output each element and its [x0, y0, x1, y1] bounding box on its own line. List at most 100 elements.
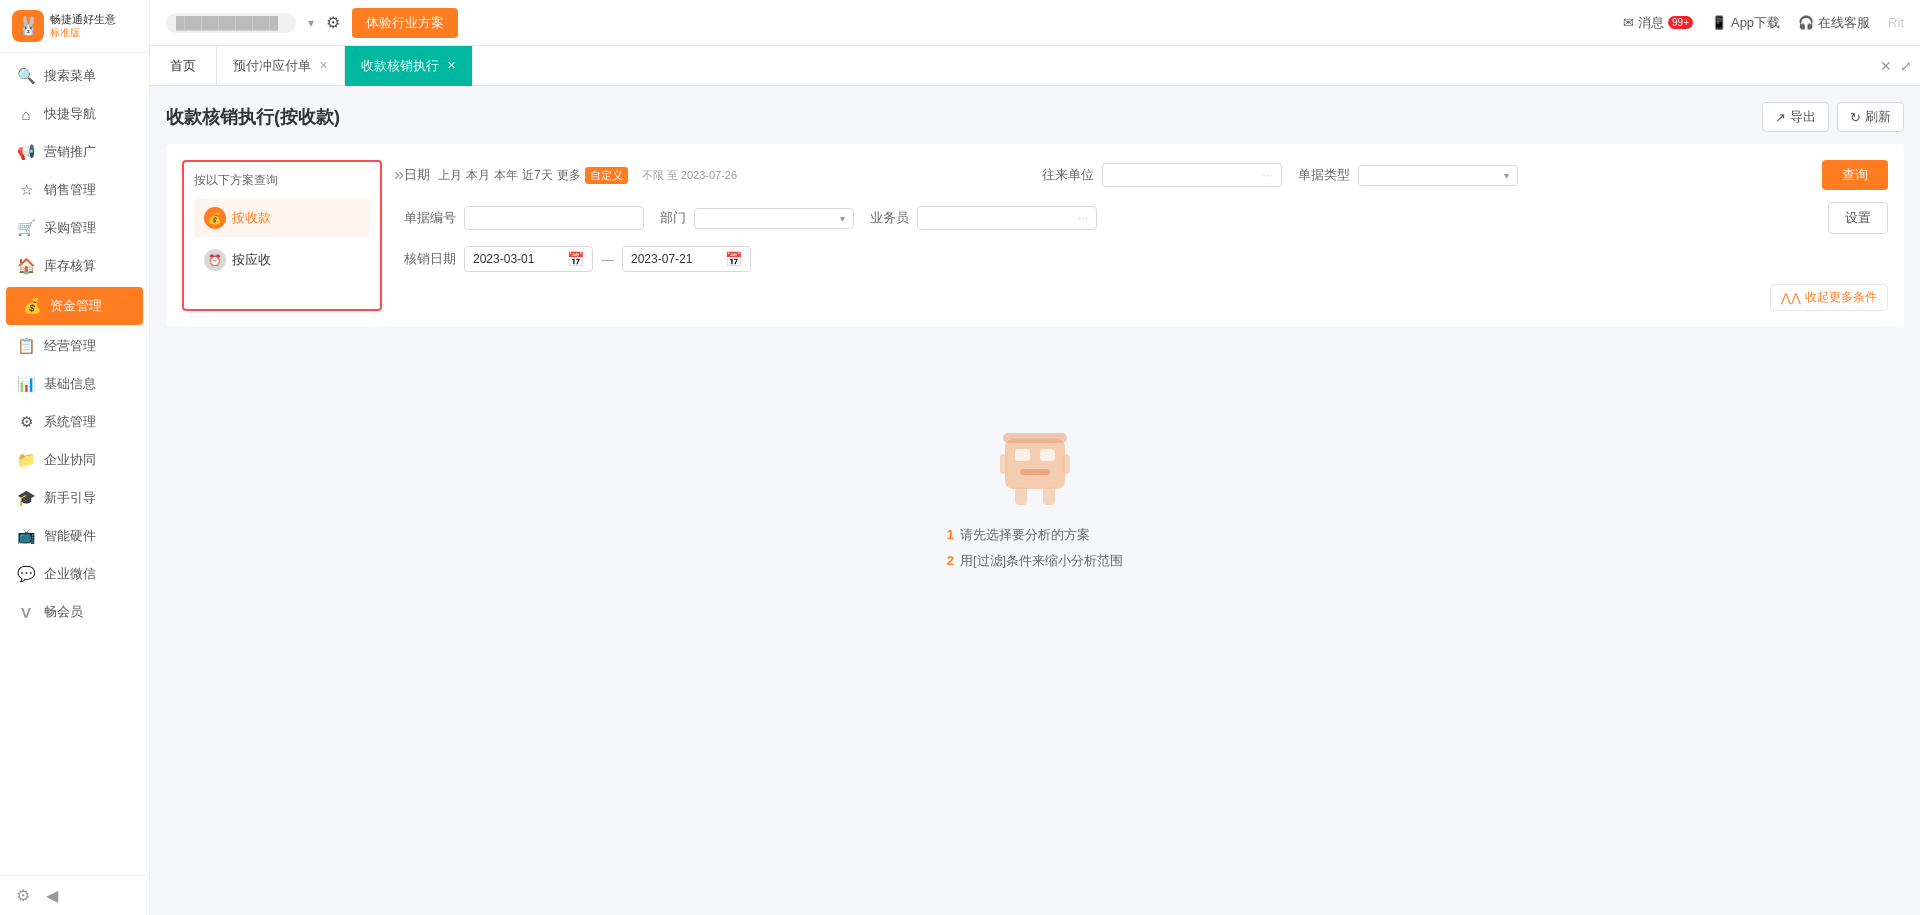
tabbar-right: ✕ ⤢ — [1880, 58, 1920, 74]
tab-receivable-close[interactable]: ✕ — [447, 59, 456, 72]
partner-select[interactable]: ··· — [1102, 163, 1282, 187]
tip1-text: 请先选择要分析的方案 — [960, 522, 1090, 548]
sidebar-item-system[interactable]: ⚙ 系统管理 — [0, 403, 149, 441]
date-more[interactable]: 更多 — [557, 167, 581, 184]
filter-option-by-receivable[interactable]: ⏰ 按应收 — [194, 241, 370, 279]
topbar-chevron-icon[interactable]: ▾ — [308, 16, 314, 30]
svg-rect-4 — [1000, 454, 1008, 474]
sidebar-item-sales[interactable]: ☆ 销售管理 — [0, 171, 149, 209]
tab-receivable[interactable]: 收款核销执行 ✕ — [345, 46, 473, 86]
sidebar-item-basic-info[interactable]: 📊 基础信息 — [0, 365, 149, 403]
topbar-search-display: ████████████ — [166, 13, 296, 33]
hardware-icon: 📺 — [16, 527, 36, 545]
date-this-month[interactable]: 本月 — [466, 167, 490, 184]
sidebar-item-enterprise[interactable]: 📁 企业协同 — [0, 441, 149, 479]
sidebar-item-finance[interactable]: 💰 资金管理 — [6, 287, 143, 325]
export-icon: ↗ — [1775, 110, 1786, 125]
message-icon: ✉ — [1623, 15, 1634, 30]
filter-form: 日期 上月 本月 本年 近7天 更多 自定义 不限 至 2023-07-26 — [404, 160, 1888, 311]
badge-plus: + — [1683, 17, 1689, 28]
topbar-gear-icon[interactable]: ⚙ — [326, 13, 340, 32]
date-sub-label: 不限 至 2023-07-26 — [642, 168, 737, 183]
tab-prepay-label: 预付冲应付单 — [233, 57, 311, 75]
message-button[interactable]: ✉ 消息 99+ — [1623, 14, 1693, 32]
sidebar-item-label: 销售管理 — [44, 181, 96, 199]
tab-prepay[interactable]: 预付冲应付单 ✕ — [217, 46, 345, 86]
filter-row-2: 单据编号 部门 ▾ 业务员 ··· — [404, 202, 1888, 234]
sidebar-nav: 🔍 搜索菜单 ⌂ 快捷导航 📢 营销推广 ☆ 销售管理 🛒 采购管理 🏠 库存核… — [0, 53, 149, 875]
empty-tips: 1 请先选择要分析的方案 2 用[过滤]条件来缩小分析范围 — [947, 522, 1123, 574]
filter-scheme-title: 按以下方案查询 — [194, 172, 370, 189]
online-service-button[interactable]: 🎧 在线客服 — [1798, 14, 1870, 32]
date-separator: — — [601, 252, 614, 267]
partner-label: 往来单位 — [1042, 166, 1094, 184]
sidebar-item-search-menu[interactable]: 🔍 搜索菜单 — [0, 57, 149, 95]
app-download-button[interactable]: 📱 App下载 — [1711, 14, 1780, 32]
collapse-icon[interactable]: ◀ — [46, 886, 58, 905]
verify-date-start-wrapper: 📅 — [464, 246, 593, 272]
solution-button[interactable]: 体验行业方案 — [352, 8, 458, 38]
sidebar-item-marketing[interactable]: 📢 营销推广 — [0, 133, 149, 171]
tab-close-all-icon[interactable]: ✕ — [1880, 58, 1892, 74]
dept-select[interactable]: ▾ — [694, 208, 854, 229]
export-button[interactable]: ↗ 导出 — [1762, 102, 1829, 132]
verify-date-field: 核销日期 📅 — 📅 — [404, 246, 751, 272]
sidebar-item-member[interactable]: V 畅会员 — [0, 593, 149, 631]
by-receipt-label: 按收款 — [232, 209, 271, 227]
sidebar-item-purchase[interactable]: 🛒 采购管理 — [0, 209, 149, 247]
date-7days[interactable]: 近7天 — [522, 167, 553, 184]
staff-select[interactable]: ··· — [917, 206, 1097, 230]
basic-info-icon: 📊 — [16, 375, 36, 393]
settings-footer-icon[interactable]: ⚙ — [16, 886, 30, 905]
query-btn-wrapper: 查询 — [1822, 160, 1888, 190]
sidebar-item-label: 系统管理 — [44, 413, 96, 431]
sidebar-item-operations[interactable]: 📋 经营管理 — [0, 327, 149, 365]
operations-icon: 📋 — [16, 337, 36, 355]
tab-prepay-close[interactable]: ✕ — [319, 59, 328, 72]
dept-chevron-icon: ▾ — [840, 213, 845, 224]
doctype-field: 单据类型 ▾ — [1298, 165, 1518, 186]
sidebar-item-guide[interactable]: 🎓 新手引导 — [0, 479, 149, 517]
tab-expand-icon[interactable]: ⤢ — [1900, 58, 1912, 74]
refresh-button[interactable]: ↻ 刷新 — [1837, 102, 1904, 132]
sidebar-item-inventory[interactable]: 🏠 库存核算 — [0, 247, 149, 285]
date-custom-tag[interactable]: 自定义 — [585, 167, 628, 184]
date-field: 日期 上月 本月 本年 近7天 更多 自定义 不限 至 2023-07-26 — [404, 166, 737, 184]
empty-tip-1: 1 请先选择要分析的方案 — [947, 522, 1123, 548]
docno-input[interactable] — [464, 206, 644, 230]
doctype-select[interactable]: ▾ — [1358, 165, 1518, 186]
more-conditions-button[interactable]: ⋀⋀ 收起更多条件 — [1770, 284, 1888, 311]
date-this-year[interactable]: 本年 — [494, 167, 518, 184]
page-header: 收款核销执行(按收款) ↗ 导出 ↻ 刷新 — [166, 102, 1904, 132]
date-last-month[interactable]: 上月 — [438, 167, 462, 184]
sidebar-item-wechat[interactable]: 💬 企业微信 — [0, 555, 149, 593]
user-info[interactable]: Rit — [1888, 15, 1904, 30]
inventory-icon: 🏠 — [16, 257, 36, 275]
verify-date-end-input[interactable] — [631, 252, 721, 266]
end-calendar-icon[interactable]: 📅 — [725, 251, 742, 267]
sidebar-item-hardware[interactable]: 📺 智能硬件 — [0, 517, 149, 555]
tab-receivable-label: 收款核销执行 — [361, 57, 439, 75]
settings-button[interactable]: 设置 — [1828, 202, 1888, 234]
filter-collapse-icon[interactable]: » — [394, 164, 404, 185]
doctype-chevron-icon: ▾ — [1504, 170, 1509, 181]
filter-panel: 按以下方案查询 💰 按收款 ⏰ 按应收 » 日期 — [166, 144, 1904, 327]
query-button[interactable]: 查询 — [1822, 160, 1888, 190]
empty-tip-2: 2 用[过滤]条件来缩小分析范围 — [947, 548, 1123, 574]
sidebar-item-label: 库存核算 — [44, 257, 96, 275]
service-icon: 🎧 — [1798, 15, 1814, 30]
filter-option-by-receipt[interactable]: 💰 按收款 — [194, 199, 370, 237]
start-calendar-icon[interactable]: 📅 — [567, 251, 584, 267]
verify-date-start-input[interactable] — [473, 252, 563, 266]
empty-robot-illustration — [975, 419, 1095, 522]
dept-label: 部门 — [660, 209, 686, 227]
sidebar-item-label: 企业协同 — [44, 451, 96, 469]
svg-rect-2 — [1040, 449, 1055, 461]
partner-field: 往来单位 ··· — [1042, 163, 1282, 187]
tab-home[interactable]: 首页 — [150, 46, 217, 86]
purchase-icon: 🛒 — [16, 219, 36, 237]
more-conditions-row: ⋀⋀ 收起更多条件 — [404, 284, 1888, 311]
main-area: ████████████ ▾ ⚙ 体验行业方案 ✉ 消息 99+ 📱 App下载… — [150, 0, 1920, 915]
svg-rect-7 — [1043, 487, 1055, 505]
sidebar-item-quick-nav[interactable]: ⌂ 快捷导航 — [0, 95, 149, 133]
